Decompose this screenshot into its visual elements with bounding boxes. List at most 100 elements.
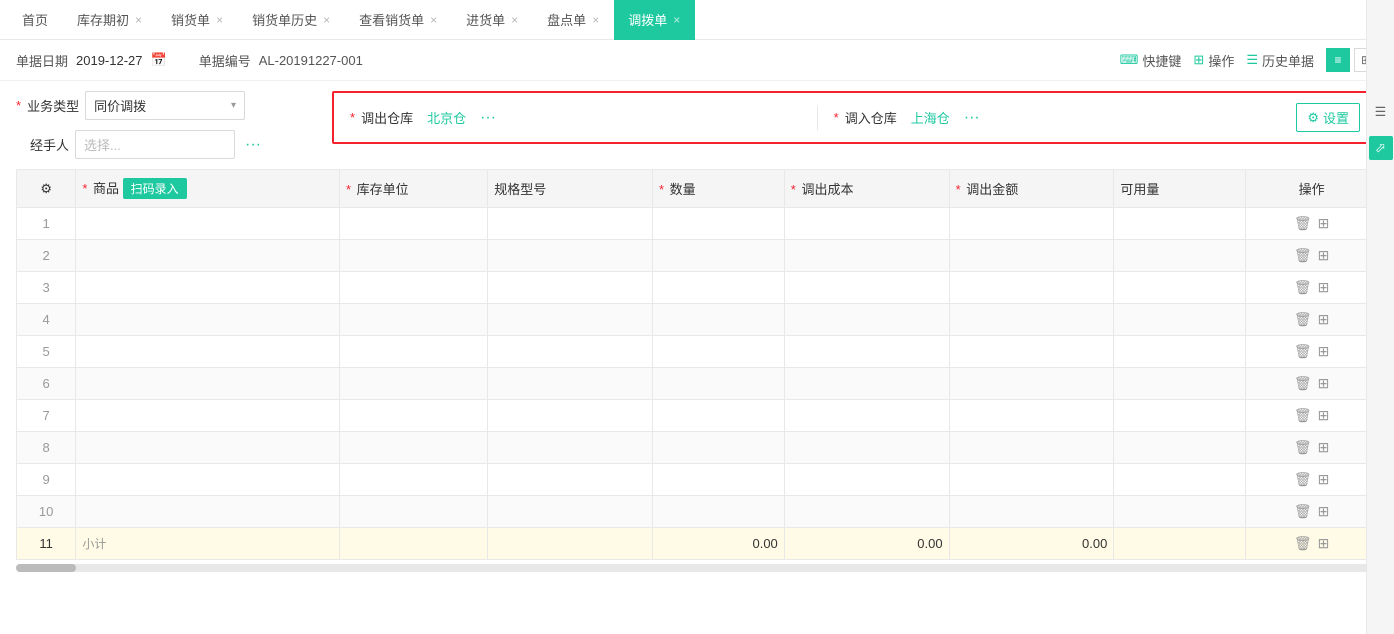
scan-button[interactable]: 扫码录入 (123, 178, 187, 199)
handler-select[interactable]: 选择... (75, 130, 235, 159)
delete-icon-8[interactable]: 🗑 (1294, 439, 1312, 456)
product-cell-4[interactable] (76, 304, 340, 336)
warehouse-in-more-button[interactable]: ··· (964, 109, 980, 127)
cost-cell-9[interactable] (784, 464, 949, 496)
tab-transfer-order-close[interactable]: × (673, 13, 680, 27)
delete-icon-7[interactable]: 🗑 (1294, 407, 1312, 424)
qty-cell-6[interactable] (652, 368, 784, 400)
delete-icon-6[interactable]: 🗑 (1294, 375, 1312, 392)
row-num-11: 11 (17, 528, 76, 560)
product-cell-3[interactable] (76, 272, 340, 304)
date-value[interactable]: 2019-12-27 (76, 53, 143, 68)
tab-sales-order-close[interactable]: × (216, 13, 223, 27)
handler-more-button[interactable]: ··· (245, 136, 261, 154)
qty-cell-3[interactable] (652, 272, 784, 304)
qty-cell-7[interactable] (652, 400, 784, 432)
tab-purchase-order-close[interactable]: × (511, 13, 518, 27)
delete-icon-10[interactable]: 🗑 (1294, 503, 1312, 520)
tab-inventory-count[interactable]: 盘点单 × (533, 0, 614, 40)
cost-cell-4[interactable] (784, 304, 949, 336)
product-cell-7[interactable] (76, 400, 340, 432)
cost-cell-6[interactable] (784, 368, 949, 400)
qty-cell-2[interactable] (652, 240, 784, 272)
tab-sales-history[interactable]: 销货单历史 × (238, 0, 345, 40)
amount-cell-5 (949, 336, 1114, 368)
scrollbar-thumb[interactable] (16, 564, 76, 572)
cost-cell-3[interactable] (784, 272, 949, 304)
delete-icon-9[interactable]: 🗑 (1294, 471, 1312, 488)
tab-sales-history-close[interactable]: × (323, 13, 330, 27)
tab-inventory-count-label: 盘点单 (547, 10, 586, 29)
history-docs-button[interactable]: ☰ 历史单据 (1246, 51, 1314, 70)
product-cell-6[interactable] (76, 368, 340, 400)
product-cell-10[interactable] (76, 496, 340, 528)
copy-icon-3[interactable]: ⊞ (1318, 279, 1330, 296)
warehouse-divider (817, 106, 818, 130)
tab-home[interactable]: 首页 (8, 0, 63, 40)
business-type-select[interactable]: 同价调拨 ▾ (85, 91, 245, 120)
cost-cell-2[interactable] (784, 240, 949, 272)
copy-icon-7[interactable]: ⊞ (1318, 407, 1330, 424)
tab-inventory-init-close[interactable]: × (135, 13, 142, 27)
calendar-icon[interactable]: 📅 (151, 52, 167, 68)
copy-icon-9[interactable]: ⊞ (1318, 471, 1330, 488)
tab-inventory-count-close[interactable]: × (592, 13, 599, 27)
order-number-label: 单据编号 (199, 51, 251, 70)
delete-icon-3[interactable]: 🗑 (1294, 279, 1312, 296)
cost-cell-10[interactable] (784, 496, 949, 528)
col-op: 操作 (1246, 170, 1378, 208)
toolbar-row: 单据日期 2019-12-27 📅 单据编号 AL-20191227-001 ⌨… (0, 40, 1394, 81)
qty-cell-4[interactable] (652, 304, 784, 336)
col-gear[interactable]: ⚙ (17, 170, 76, 208)
copy-icon-1[interactable]: ⊞ (1318, 215, 1330, 232)
date-field: 单据日期 2019-12-27 📅 (16, 51, 167, 70)
cost-cell-5[interactable] (784, 336, 949, 368)
qty-cell-1[interactable] (652, 208, 784, 240)
unit-cell-9 (339, 464, 487, 496)
operations-button[interactable]: ⊞ 操作 (1193, 51, 1234, 70)
delete-icon-4[interactable]: 🗑 (1294, 311, 1312, 328)
qty-cell-9[interactable] (652, 464, 784, 496)
copy-icon-2[interactable]: ⊞ (1318, 247, 1330, 264)
tab-purchase-order[interactable]: 进货单 × (452, 0, 533, 40)
cost-cell-8[interactable] (784, 432, 949, 464)
product-cell-5[interactable] (76, 336, 340, 368)
horizontal-scrollbar[interactable] (16, 564, 1378, 572)
product-cell-8[interactable] (76, 432, 340, 464)
sidebar-list-icon[interactable]: ☰ (1369, 100, 1393, 124)
col-spec: 规格型号 (488, 170, 653, 208)
tab-inventory-init[interactable]: 库存期初 × (63, 0, 157, 40)
qty-cell-8[interactable] (652, 432, 784, 464)
product-cell-2[interactable] (76, 240, 340, 272)
copy-icon-6[interactable]: ⊞ (1318, 375, 1330, 392)
settings-button[interactable]: ⚙ 设置 (1296, 103, 1360, 132)
tab-view-sales-close[interactable]: × (430, 13, 437, 27)
copy-icon-5[interactable]: ⊞ (1318, 343, 1330, 360)
copy-icon-4[interactable]: ⊞ (1318, 311, 1330, 328)
qty-cell-10[interactable] (652, 496, 784, 528)
spec-cell-3 (488, 272, 653, 304)
warehouse-in-value[interactable]: 上海仓 (911, 108, 950, 127)
unit-cell-1 (339, 208, 487, 240)
delete-icon-11[interactable]: 🗑 (1294, 535, 1312, 552)
shortcuts-button[interactable]: ⌨ 快捷键 (1120, 51, 1182, 70)
delete-icon-2[interactable]: 🗑 (1294, 247, 1312, 264)
warehouse-out-more-button[interactable]: ··· (480, 109, 496, 127)
tab-view-sales[interactable]: 查看销货单 × (345, 0, 452, 40)
product-cell-9[interactable] (76, 464, 340, 496)
copy-icon-11[interactable]: ⊞ (1318, 535, 1330, 552)
tab-transfer-order[interactable]: 调拨单 × (614, 0, 695, 40)
tab-sales-order[interactable]: 销货单 × (157, 0, 238, 40)
delete-icon-1[interactable]: 🗑 (1294, 215, 1312, 232)
list-view-button[interactable]: ≡ (1326, 48, 1350, 72)
cost-cell-7[interactable] (784, 400, 949, 432)
copy-icon-8[interactable]: ⊞ (1318, 439, 1330, 456)
amount-cell-10 (949, 496, 1114, 528)
product-cell-1[interactable] (76, 208, 340, 240)
warehouse-out-value[interactable]: 北京仓 (427, 108, 466, 127)
cost-cell-1[interactable] (784, 208, 949, 240)
sidebar-export-icon[interactable]: ⬀ (1369, 136, 1393, 160)
qty-cell-5[interactable] (652, 336, 784, 368)
delete-icon-5[interactable]: 🗑 (1294, 343, 1312, 360)
copy-icon-10[interactable]: ⊞ (1318, 503, 1330, 520)
